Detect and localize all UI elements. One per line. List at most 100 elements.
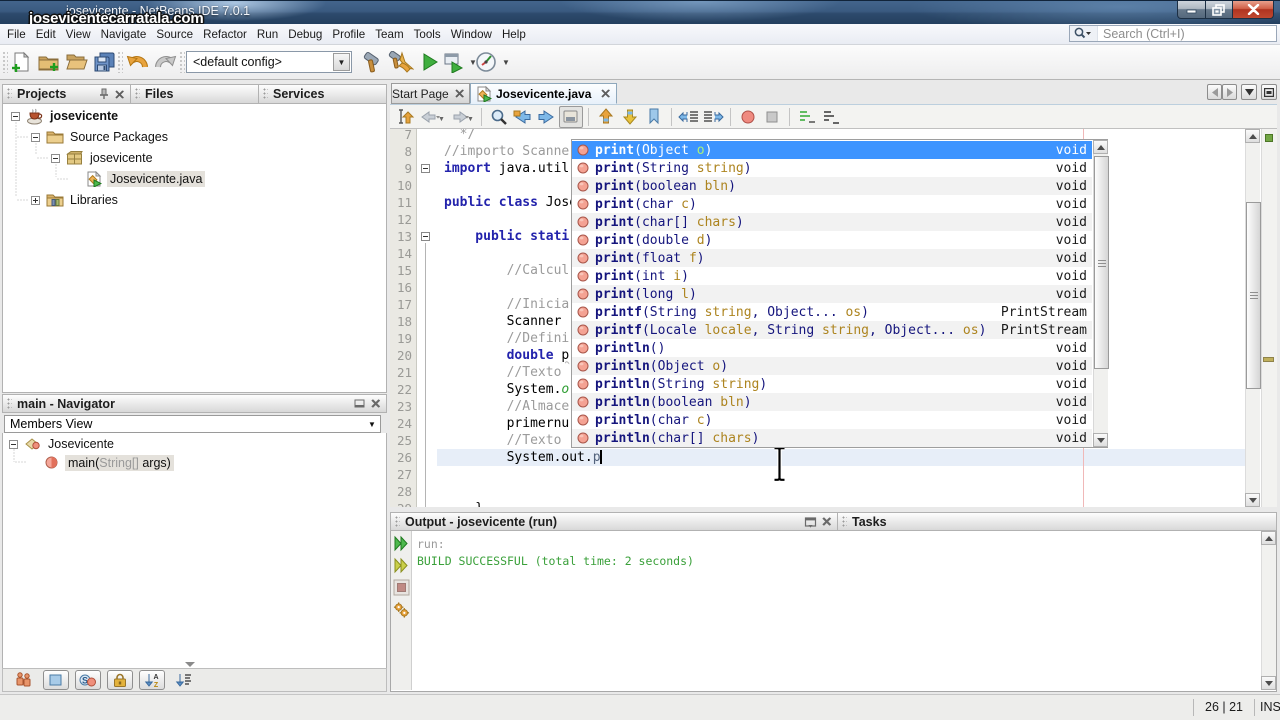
completion-scrollbar[interactable]: [1093, 140, 1109, 447]
navigator-item[interactable]: main(String[] args): [29, 453, 174, 473]
redo-button[interactable]: [152, 48, 180, 76]
stop-macro-button[interactable]: [760, 106, 784, 128]
restore-button[interactable]: [1206, 1, 1233, 19]
menu-view[interactable]: View: [61, 28, 96, 41]
run-project-button[interactable]: [418, 48, 442, 76]
editor-vertical-scrollbar[interactable]: [1245, 129, 1261, 507]
output-window-header[interactable]: Output - josevicente (run): [390, 512, 838, 531]
find-next-button[interactable]: [535, 106, 559, 128]
toggle-highlight-button[interactable]: [558, 105, 583, 128]
collapse-toggle-icon[interactable]: [11, 111, 20, 121]
output-scrollbar[interactable]: [1261, 531, 1276, 690]
build-project-button[interactable]: [358, 48, 384, 76]
rerun-button[interactable]: [393, 535, 410, 552]
editor-tab-josevicente-java[interactable]: Josevicente.java: [470, 83, 617, 104]
scroll-up-icon[interactable]: [1245, 129, 1260, 143]
scroll-down-icon[interactable]: [1261, 676, 1276, 690]
previous-bookmark-button[interactable]: [594, 106, 618, 128]
warning-mark[interactable]: [1263, 357, 1274, 362]
close-button[interactable]: [1233, 1, 1274, 19]
menu-source[interactable]: Source: [151, 28, 198, 41]
pin-icon[interactable]: [98, 88, 110, 100]
navigator-view-select[interactable]: Members View ▼: [4, 415, 381, 433]
menu-help[interactable]: Help: [497, 28, 531, 41]
search-icon[interactable]: [1070, 26, 1098, 41]
show-non-public-filter-button[interactable]: [107, 670, 133, 690]
tree-item-libraries[interactable]: Libraries: [31, 190, 121, 210]
close-tab-icon[interactable]: [454, 88, 465, 99]
chevron-down-icon[interactable]: ▼: [438, 116, 445, 123]
menu-file[interactable]: File: [2, 28, 31, 41]
new-file-button[interactable]: [8, 48, 34, 76]
close-panel-icon[interactable]: [114, 89, 125, 100]
minimize-window-icon[interactable]: [354, 398, 366, 409]
debug-project-button[interactable]: [441, 48, 467, 76]
code-fold-toggle-icon[interactable]: [421, 231, 430, 241]
completion-item[interactable]: println(char[] chars) void: [572, 429, 1092, 447]
clean-build-button[interactable]: [386, 48, 416, 76]
completion-item[interactable]: println(boolean bln) void: [572, 393, 1092, 411]
tree-item-josevicente[interactable]: josevicente: [51, 148, 156, 168]
comment-button[interactable]: [795, 106, 819, 128]
menu-edit[interactable]: Edit: [31, 28, 61, 41]
rerun-with-options-button[interactable]: [393, 557, 410, 574]
maximize-window-icon[interactable]: [1261, 84, 1277, 100]
completion-item[interactable]: printf(String string, Object... os) Print…: [572, 303, 1092, 321]
completion-item[interactable]: print(boolean bln) void: [572, 177, 1092, 195]
completion-item[interactable]: println() void: [572, 339, 1092, 357]
show-fields-filter-button[interactable]: [43, 670, 69, 690]
menu-debug[interactable]: Debug: [283, 28, 327, 41]
menu-tools[interactable]: Tools: [409, 28, 446, 41]
scroll-down-icon[interactable]: [1093, 433, 1108, 447]
scroll-tabs-left-icon[interactable]: [1207, 84, 1222, 100]
completion-item[interactable]: println(Object o) void: [572, 357, 1092, 375]
completion-item[interactable]: print(Object o) void: [572, 141, 1092, 159]
scrollbar-thumb[interactable]: [1094, 156, 1109, 369]
quick-search-box[interactable]: Search (Ctrl+I): [1069, 25, 1277, 42]
scroll-down-icon[interactable]: [1245, 493, 1260, 507]
minimize-button[interactable]: [1177, 1, 1206, 19]
record-macro-button[interactable]: [736, 106, 760, 128]
last-edit-button[interactable]: [394, 106, 418, 128]
completion-item[interactable]: print(float f) void: [572, 249, 1092, 267]
save-all-button[interactable]: [91, 48, 117, 76]
undo-button[interactable]: [123, 48, 151, 76]
new-project-button[interactable]: [35, 48, 61, 76]
open-project-button[interactable]: [63, 48, 89, 76]
menu-refactor[interactable]: Refactor: [198, 28, 252, 41]
close-tab-icon[interactable]: [600, 88, 611, 99]
profile-project-button[interactable]: [472, 48, 500, 76]
completion-item[interactable]: print(double d) void: [572, 231, 1092, 249]
completion-item[interactable]: printf(Locale locale, String string, Obj…: [572, 321, 1092, 339]
completion-item[interactable]: print(char[] chars) void: [572, 213, 1092, 231]
toggle-bookmark-button[interactable]: [642, 106, 666, 128]
collapse-toggle-icon[interactable]: [31, 132, 40, 142]
completion-item[interactable]: print(String string) void: [572, 159, 1092, 177]
close-panel-icon[interactable]: [821, 516, 832, 527]
chevron-down-icon[interactable]: ▼: [502, 58, 510, 67]
sort-source-filter-button[interactable]: [171, 670, 197, 690]
completion-item[interactable]: print(int i) void: [572, 267, 1092, 285]
tree-item-josevicente[interactable]: josevicente: [11, 106, 121, 126]
collapse-toggle-icon[interactable]: [51, 153, 60, 163]
next-bookmark-button[interactable]: [618, 106, 642, 128]
menu-run[interactable]: Run: [252, 28, 283, 41]
tree-item-source-packages[interactable]: Source Packages: [31, 127, 171, 147]
scrollbar-thumb[interactable]: [1246, 202, 1261, 389]
show-static-filter-button[interactable]: S: [75, 670, 101, 690]
navigator-item[interactable]: Josevicente: [9, 434, 117, 454]
scroll-up-icon[interactable]: [1261, 531, 1276, 545]
tab-list-dropdown-icon[interactable]: [1241, 84, 1257, 100]
collapse-toggle-icon[interactable]: [9, 439, 18, 449]
sort-alpha-filter-button[interactable]: AZ: [139, 670, 165, 690]
float-window-icon[interactable]: [804, 516, 817, 528]
ant-settings-button[interactable]: [393, 601, 410, 618]
uncomment-button[interactable]: [819, 106, 843, 128]
completion-item[interactable]: println(String string) void: [572, 375, 1092, 393]
completion-item[interactable]: print(char c) void: [572, 195, 1092, 213]
find-selection-button[interactable]: [487, 106, 511, 128]
completion-item[interactable]: println(char c) void: [572, 411, 1092, 429]
completion-item[interactable]: print(long l) void: [572, 285, 1092, 303]
chevron-down-icon[interactable]: ▼: [467, 116, 474, 123]
editor-tab-start-page[interactable]: Start Page: [391, 83, 470, 104]
